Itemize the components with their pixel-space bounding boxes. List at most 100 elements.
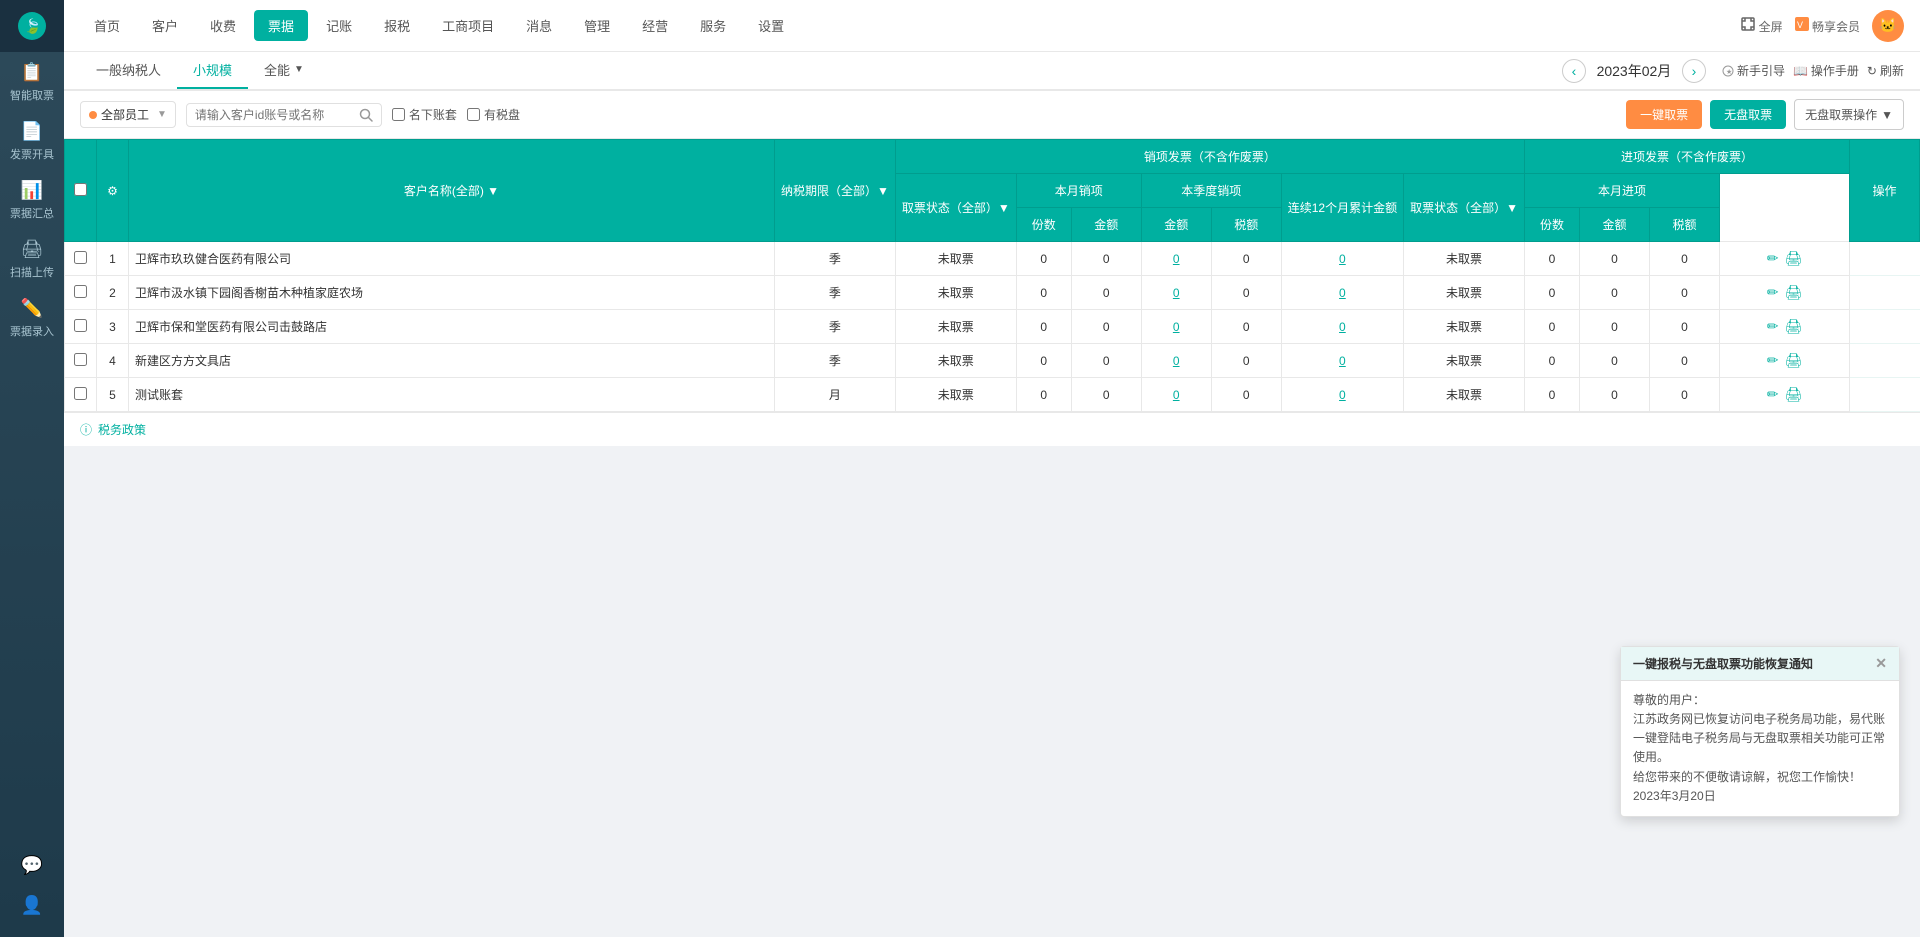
scan-upload-icon: 🖨 xyxy=(21,239,44,260)
tax-policy-link[interactable]: 税务政策 xyxy=(98,421,146,438)
row-sale-month-count: 0 xyxy=(1016,378,1071,412)
select-all-checkbox[interactable] xyxy=(74,183,87,196)
refresh-btn[interactable]: ↻ 刷新 xyxy=(1867,62,1904,79)
sidebar-bottom: 💬 👤 xyxy=(16,849,48,937)
tax-disk-checkbox[interactable] xyxy=(467,108,480,121)
th-purchase-group: 进项发票（不含作废票） xyxy=(1524,140,1849,174)
operation-manual-btn[interactable]: 📖 操作手册 xyxy=(1793,62,1859,79)
edit-icon[interactable]: ✏ xyxy=(1767,250,1779,267)
row-name: 卫辉市保和堂医药有限公司击鼓路店 xyxy=(129,310,775,344)
notification-close-btn[interactable]: ✕ xyxy=(1875,655,1887,672)
prev-month-btn[interactable]: ‹ xyxy=(1562,59,1586,83)
fetch-icon[interactable]: 🖨 xyxy=(1784,250,1802,267)
row-sale-quarter-amount[interactable]: 0 xyxy=(1141,242,1211,276)
row-sale-quarter-amount[interactable]: 0 xyxy=(1141,378,1211,412)
row-sale-12month[interactable]: 0 xyxy=(1281,344,1403,378)
row-sale-quarter-amount[interactable]: 0 xyxy=(1141,276,1211,310)
row-checkbox[interactable] xyxy=(65,344,97,378)
table-row: 2 卫辉市汲水镇下园阁香榭苗木种植家庭农场 季 未取票 0 0 0 0 0 未取… xyxy=(65,276,1920,310)
edit-icon[interactable]: ✏ xyxy=(1767,318,1779,335)
row-purchase-month-amount: 0 xyxy=(1579,276,1649,310)
nav-home[interactable]: 首页 xyxy=(80,10,134,41)
my-account-checkbox[interactable] xyxy=(392,108,405,121)
row-sale-12month[interactable]: 0 xyxy=(1281,242,1403,276)
row-sale-fetch-status: 未取票 xyxy=(895,344,1016,378)
app-logo: 🍃 xyxy=(0,0,64,52)
nav-management[interactable]: 管理 xyxy=(570,10,624,41)
tab-all[interactable]: 全能 ▼ xyxy=(248,52,320,89)
th-purchase-month-tax: 税额 xyxy=(1649,208,1719,242)
row-sale-fetch-status: 未取票 xyxy=(895,378,1016,412)
table-row: 3 卫辉市保和堂医药有限公司击鼓路店 季 未取票 0 0 0 0 0 未取票 0… xyxy=(65,310,1920,344)
smart-fetch-icon: 📋 xyxy=(21,62,43,83)
nav-accounting[interactable]: 记账 xyxy=(312,10,366,41)
row-purchase-month-tax: 0 xyxy=(1649,310,1719,344)
sidebar-item-data-entry[interactable]: ✏️ 票据录入 xyxy=(0,288,64,347)
row-checkbox[interactable] xyxy=(65,276,97,310)
tax-policy-icon: ⓘ xyxy=(80,421,92,438)
user-avatar[interactable]: 🐱 xyxy=(1872,10,1904,42)
row-sale-12month[interactable]: 0 xyxy=(1281,378,1403,412)
row-tax-period: 月 xyxy=(774,378,895,412)
edit-icon[interactable]: ✏ xyxy=(1767,352,1779,369)
row-num: 1 xyxy=(97,242,129,276)
row-purchase-month-amount: 0 xyxy=(1579,378,1649,412)
tab-general[interactable]: 一般纳税人 xyxy=(80,52,177,89)
nav-tax[interactable]: 报税 xyxy=(370,10,424,41)
row-name: 新建区方方文具店 xyxy=(129,344,775,378)
sidebar-item-label: 发票开具 xyxy=(10,146,54,162)
nav-settings[interactable]: 设置 xyxy=(744,10,798,41)
current-month: 2023年02月 xyxy=(1594,61,1674,81)
row-sale-12month[interactable]: 0 xyxy=(1281,310,1403,344)
sidebar-item-smart-fetch[interactable]: 📋 智能取票 xyxy=(0,52,64,111)
nav-operation[interactable]: 经营 xyxy=(628,10,682,41)
row-num: 5 xyxy=(97,378,129,412)
sidebar-item-scan-upload[interactable]: 🖨 扫描上传 xyxy=(0,229,64,288)
row-sale-12month[interactable]: 0 xyxy=(1281,276,1403,310)
fetch-icon[interactable]: 🖨 xyxy=(1784,318,1802,335)
nav-message[interactable]: 消息 xyxy=(512,10,566,41)
employee-select[interactable]: 全部员工 ▼ xyxy=(80,101,176,128)
edit-icon[interactable]: ✏ xyxy=(1767,386,1779,403)
sidebar-chat-icon[interactable]: 💬 xyxy=(16,849,48,881)
fetch-icon[interactable]: 🖨 xyxy=(1784,352,1802,369)
my-account-checkbox-label[interactable]: 名下账套 xyxy=(392,106,457,123)
th-sale-month-count: 份数 xyxy=(1016,208,1071,242)
one-click-fetch-btn[interactable]: 一键取票 xyxy=(1626,100,1702,129)
th-tax-period: 纳税期限（全部）▼ xyxy=(774,140,895,242)
new-guide-btn[interactable]: ★ 新手引导 xyxy=(1722,62,1785,79)
issue-invoice-icon: 📄 xyxy=(21,121,43,142)
vip-btn[interactable]: V 畅享会员 xyxy=(1795,17,1860,35)
fetch-icon[interactable]: 🖨 xyxy=(1784,386,1802,403)
row-tax-period: 季 xyxy=(774,242,895,276)
row-sale-quarter-amount[interactable]: 0 xyxy=(1141,310,1211,344)
tax-disk-checkbox-label[interactable]: 有税盘 xyxy=(467,106,520,123)
no-disk-ops-btn[interactable]: 无盘取票操作 ▼ xyxy=(1794,99,1904,130)
row-sale-quarter-amount[interactable]: 0 xyxy=(1141,344,1211,378)
nav-business[interactable]: 工商项目 xyxy=(428,10,508,41)
sidebar-item-invoice-summary[interactable]: 📊 票据汇总 xyxy=(0,170,64,229)
tab-small[interactable]: 小规模 xyxy=(177,52,248,89)
edit-icon[interactable]: ✏ xyxy=(1767,284,1779,301)
row-purchase-month-count: 0 xyxy=(1524,276,1579,310)
search-input[interactable] xyxy=(195,108,355,122)
sidebar-user-icon[interactable]: 👤 xyxy=(16,889,48,921)
next-month-btn[interactable]: › xyxy=(1682,59,1706,83)
no-disk-fetch-btn[interactable]: 无盘取票 xyxy=(1710,100,1786,129)
fullscreen-btn[interactable]: 全屏 xyxy=(1741,17,1782,35)
row-sale-quarter-tax: 0 xyxy=(1211,378,1281,412)
row-checkbox[interactable] xyxy=(65,242,97,276)
row-purchase-month-amount: 0 xyxy=(1579,242,1649,276)
nav-invoice[interactable]: 票据 xyxy=(254,10,308,41)
settings-icon[interactable]: ⚙ xyxy=(107,184,118,198)
row-checkbox[interactable] xyxy=(65,378,97,412)
nav-customer[interactable]: 客户 xyxy=(138,10,192,41)
toolbar-left: 全部员工 ▼ 名下账套 有税盘 xyxy=(80,101,1614,128)
row-purchase-fetch-status: 未取票 xyxy=(1404,378,1525,412)
nav-collection[interactable]: 收费 xyxy=(196,10,250,41)
nav-service[interactable]: 服务 xyxy=(686,10,740,41)
row-checkbox[interactable] xyxy=(65,310,97,344)
fetch-icon[interactable]: 🖨 xyxy=(1784,284,1802,301)
row-name: 卫辉市汲水镇下园阁香榭苗木种植家庭农场 xyxy=(129,276,775,310)
sidebar-item-issue-invoice[interactable]: 📄 发票开具 xyxy=(0,111,64,170)
